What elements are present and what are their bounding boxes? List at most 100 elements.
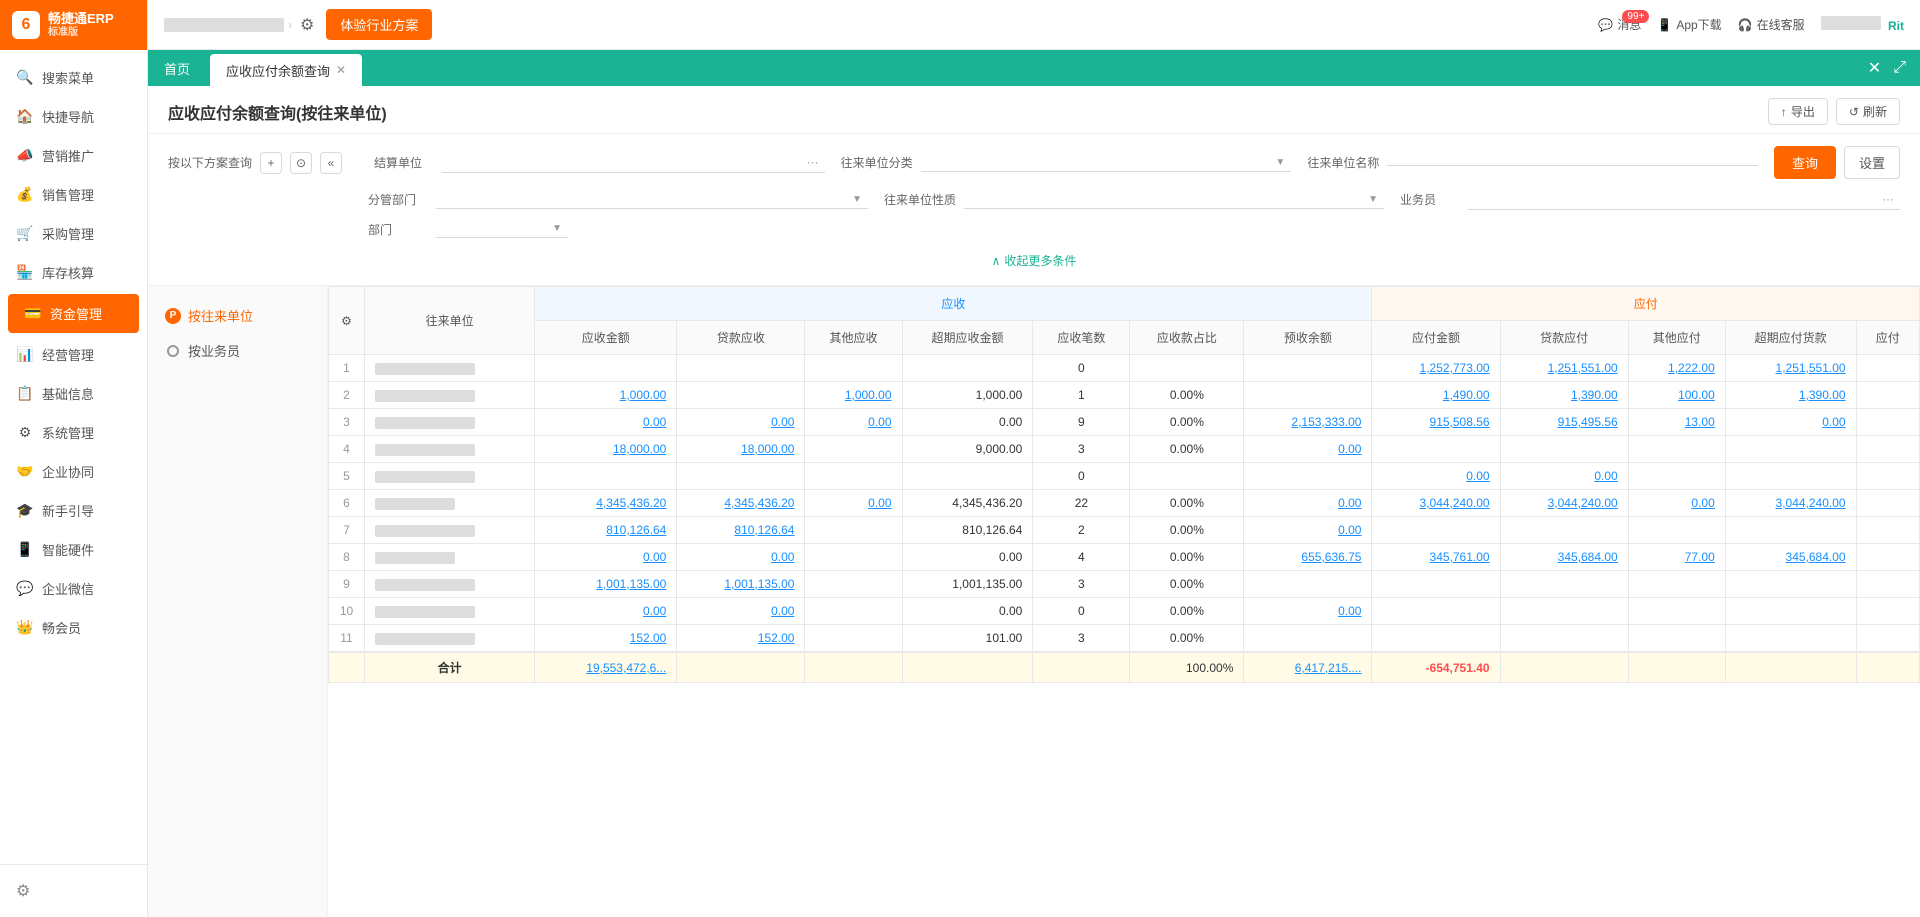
row-recv-other[interactable] bbox=[805, 517, 902, 544]
tab-receivables[interactable]: 应收应付余额查询 ✕ bbox=[210, 54, 362, 86]
th-settings[interactable]: ⚙ bbox=[329, 287, 365, 355]
row-pay-other[interactable] bbox=[1628, 571, 1725, 598]
tab-close-window-icon[interactable]: ✕ bbox=[1862, 54, 1887, 82]
row-recv-prepay[interactable]: 0.00 bbox=[1244, 598, 1372, 625]
online-service-button[interactable]: 🎧 在线客服 bbox=[1738, 16, 1805, 33]
row-recv-other[interactable]: 0.00 bbox=[805, 490, 902, 517]
row-pay-overdue[interactable]: 1,251,551.00 bbox=[1725, 355, 1856, 382]
row-pay-overdue[interactable] bbox=[1725, 463, 1856, 490]
row-recv-prepay[interactable]: 655,636.75 bbox=[1244, 544, 1372, 571]
row-pay-overdue[interactable] bbox=[1725, 571, 1856, 598]
settings-button[interactable]: 设置 bbox=[1844, 146, 1900, 179]
row-pay-other[interactable]: 100.00 bbox=[1628, 382, 1725, 409]
row-pay-overdue[interactable]: 345,684.00 bbox=[1725, 544, 1856, 571]
row-recv-loan[interactable]: 152.00 bbox=[677, 625, 805, 653]
sidebar-item-guide[interactable]: 🎓 新手引导 bbox=[0, 491, 147, 530]
row-recv-amount[interactable]: 0.00 bbox=[535, 409, 677, 436]
promo-button[interactable]: 体验行业方案 bbox=[326, 9, 432, 40]
row-pay-overdue[interactable] bbox=[1725, 598, 1856, 625]
sidebar-item-marketing[interactable]: 📣 营销推广 bbox=[0, 136, 147, 175]
query-button[interactable]: 查询 bbox=[1774, 146, 1836, 179]
row-recv-loan[interactable]: 1,001,135.00 bbox=[677, 571, 805, 598]
row-recv-loan[interactable]: 18,000.00 bbox=[677, 436, 805, 463]
row-recv-amount[interactable] bbox=[535, 463, 677, 490]
row-recv-other[interactable] bbox=[805, 436, 902, 463]
partner-category-select[interactable]: ▼ bbox=[921, 154, 1292, 172]
row-recv-prepay[interactable] bbox=[1244, 355, 1372, 382]
row-pay-overdue[interactable]: 3,044,240.00 bbox=[1725, 490, 1856, 517]
user-avatar[interactable]: Rit bbox=[1821, 16, 1904, 33]
row-recv-amount[interactable]: 0.00 bbox=[535, 544, 677, 571]
row-pay-loan[interactable]: 915,495.56 bbox=[1500, 409, 1628, 436]
row-pay-loan[interactable] bbox=[1500, 517, 1628, 544]
row-pay-amount[interactable] bbox=[1372, 571, 1500, 598]
tab-home[interactable]: 首页 bbox=[148, 50, 206, 86]
tab-maximize-icon[interactable]: ⤢ bbox=[1887, 55, 1912, 81]
row-pay-loan[interactable] bbox=[1500, 436, 1628, 463]
row-pay-amount[interactable] bbox=[1372, 625, 1500, 653]
sidebar-item-operations[interactable]: 📊 经营管理 bbox=[0, 335, 147, 374]
row-pay-loan[interactable]: 0.00 bbox=[1500, 463, 1628, 490]
row-pay-loan[interactable] bbox=[1500, 571, 1628, 598]
row-pay-amount[interactable]: 345,761.00 bbox=[1372, 544, 1500, 571]
nav-item-by-partner[interactable]: P 按往来单位 bbox=[148, 298, 327, 333]
row-recv-amount[interactable]: 0.00 bbox=[535, 598, 677, 625]
row-pay-amount[interactable]: 915,508.56 bbox=[1372, 409, 1500, 436]
row-recv-loan[interactable]: 0.00 bbox=[677, 544, 805, 571]
partner-nature-select[interactable]: ▼ bbox=[964, 191, 1384, 209]
row-recv-amount[interactable]: 18,000.00 bbox=[535, 436, 677, 463]
sidebar-item-search[interactable]: 🔍 搜索菜单 bbox=[0, 58, 147, 97]
nav-item-by-salesman[interactable]: 按业务员 bbox=[148, 333, 327, 368]
row-recv-loan[interactable] bbox=[677, 382, 805, 409]
row-recv-loan[interactable] bbox=[677, 355, 805, 382]
row-recv-prepay[interactable]: 0.00 bbox=[1244, 490, 1372, 517]
row-recv-other[interactable] bbox=[805, 355, 902, 382]
sidebar-item-enterprise[interactable]: 🤝 企业协同 bbox=[0, 452, 147, 491]
row-recv-loan[interactable] bbox=[677, 463, 805, 490]
row-recv-prepay[interactable]: 0.00 bbox=[1244, 436, 1372, 463]
row-pay-amount[interactable] bbox=[1372, 517, 1500, 544]
row-recv-amount[interactable]: 1,000.00 bbox=[535, 382, 677, 409]
row-pay-amount[interactable] bbox=[1372, 436, 1500, 463]
row-recv-other[interactable] bbox=[805, 463, 902, 490]
dept-select[interactable]: ▼ bbox=[436, 191, 868, 209]
partner-name-input[interactable] bbox=[1387, 159, 1758, 166]
sidebar-item-wechat[interactable]: 💬 企业微信 bbox=[0, 569, 147, 608]
row-pay-other[interactable]: 77.00 bbox=[1628, 544, 1725, 571]
row-pay-other[interactable] bbox=[1628, 598, 1725, 625]
row-recv-other[interactable]: 1,000.00 bbox=[805, 382, 902, 409]
sidebar-bottom-settings[interactable]: ⚙ bbox=[0, 873, 147, 909]
row-pay-other[interactable]: 1,222.00 bbox=[1628, 355, 1725, 382]
row-pay-other[interactable] bbox=[1628, 463, 1725, 490]
row-recv-prepay[interactable]: 0.00 bbox=[1244, 517, 1372, 544]
tab-close-icon[interactable]: ✕ bbox=[336, 63, 346, 77]
row-pay-other[interactable]: 0.00 bbox=[1628, 490, 1725, 517]
row-recv-prepay[interactable]: 2,153,333.00 bbox=[1244, 409, 1372, 436]
row-pay-overdue[interactable] bbox=[1725, 436, 1856, 463]
row-pay-other[interactable] bbox=[1628, 625, 1725, 653]
filter-add-btn[interactable]: + bbox=[260, 152, 282, 174]
row-recv-prepay[interactable] bbox=[1244, 382, 1372, 409]
row-recv-other[interactable]: 0.00 bbox=[805, 409, 902, 436]
row-recv-other[interactable] bbox=[805, 544, 902, 571]
settlement-unit-input[interactable]: ··· bbox=[442, 152, 825, 173]
row-recv-loan[interactable]: 4,345,436.20 bbox=[677, 490, 805, 517]
filter-target-btn[interactable]: ⊙ bbox=[290, 152, 312, 174]
row-pay-other[interactable] bbox=[1628, 436, 1725, 463]
row-pay-loan[interactable]: 1,251,551.00 bbox=[1500, 355, 1628, 382]
row-recv-loan[interactable]: 0.00 bbox=[677, 598, 805, 625]
app-download-button[interactable]: 📱 App下载 bbox=[1657, 16, 1721, 33]
row-pay-amount[interactable]: 0.00 bbox=[1372, 463, 1500, 490]
sidebar-item-hardware[interactable]: 📱 智能硬件 bbox=[0, 530, 147, 569]
row-pay-loan[interactable]: 345,684.00 bbox=[1500, 544, 1628, 571]
sidebar-item-basic[interactable]: 📋 基础信息 bbox=[0, 374, 147, 413]
row-recv-loan[interactable]: 810,126.64 bbox=[677, 517, 805, 544]
row-recv-loan[interactable]: 0.00 bbox=[677, 409, 805, 436]
row-recv-amount[interactable] bbox=[535, 355, 677, 382]
row-recv-other[interactable] bbox=[805, 598, 902, 625]
row-pay-loan[interactable]: 1,390.00 bbox=[1500, 382, 1628, 409]
row-recv-amount[interactable]: 810,126.64 bbox=[535, 517, 677, 544]
collapse-more-button[interactable]: ∧ 收起更多条件 bbox=[168, 248, 1900, 273]
row-pay-overdue[interactable]: 1,390.00 bbox=[1725, 382, 1856, 409]
sidebar-item-finance[interactable]: 💳 资金管理 bbox=[8, 294, 139, 333]
